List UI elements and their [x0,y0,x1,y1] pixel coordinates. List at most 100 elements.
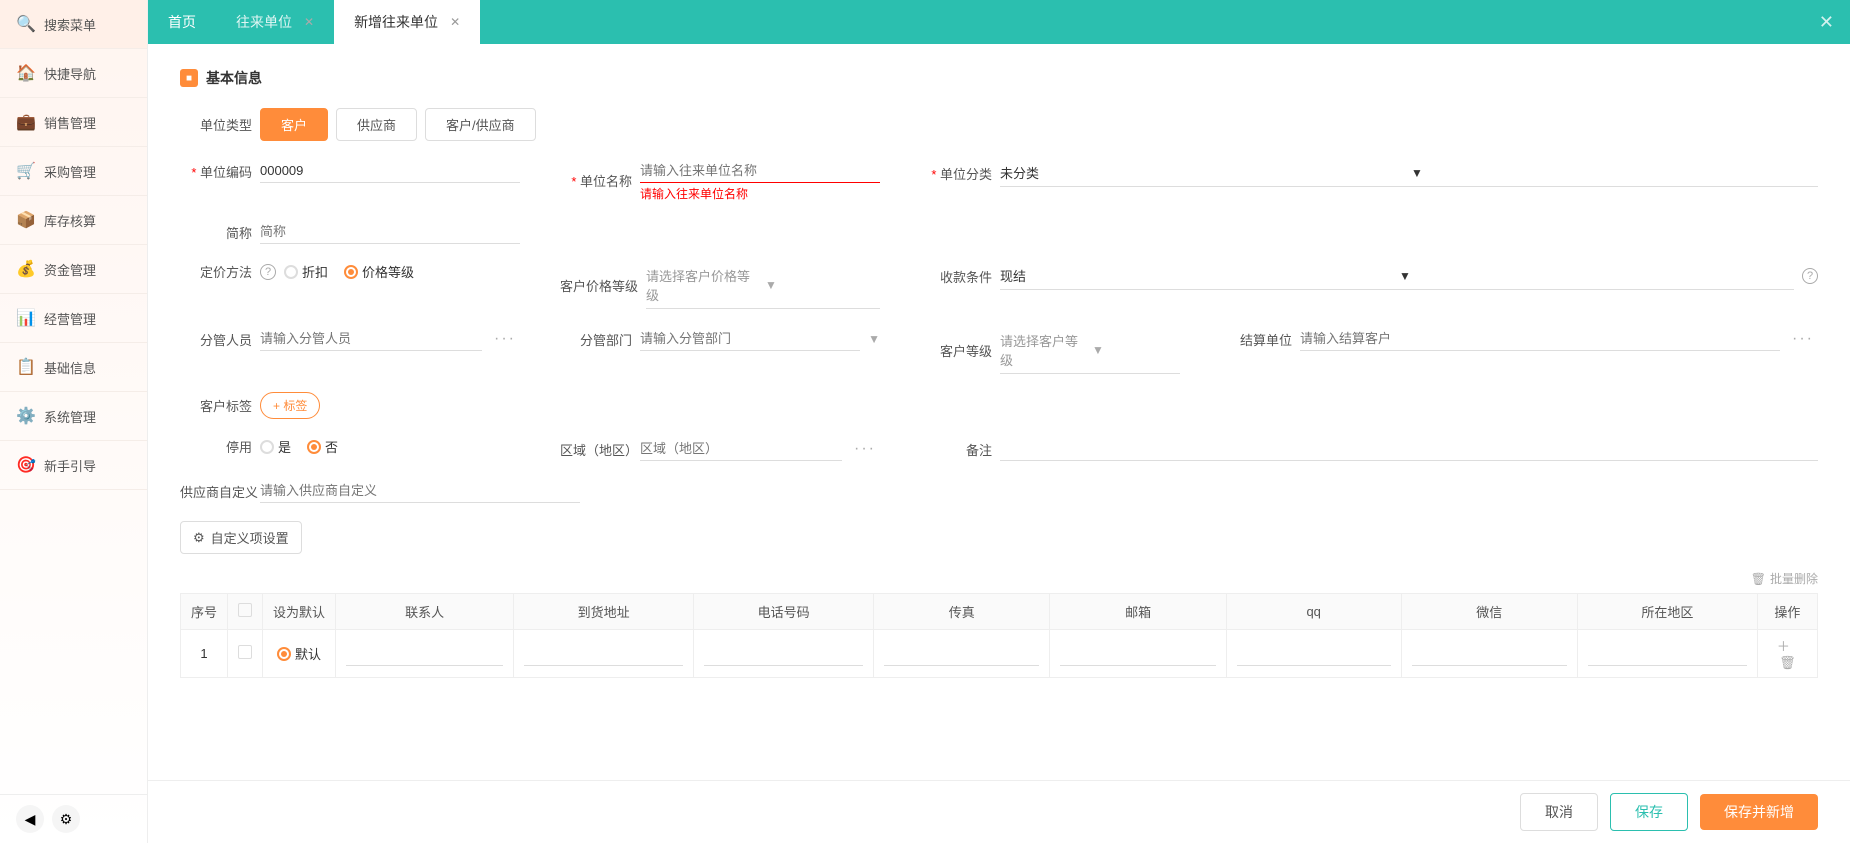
batch-delete-label[interactable]: 批量删除 [1770,570,1818,587]
payment-help-icon[interactable]: ? [1802,268,1818,284]
sidebar-item-label: 经营管理 [44,309,96,328]
settlement-field: 结算单位 ··· [1220,327,1818,351]
cell-checkbox [228,630,263,678]
col-region: 所在地区 [1577,594,1757,630]
unit-name-input[interactable] [640,159,880,183]
gear-icon: ⚙ [193,530,205,546]
supplier-custom-input[interactable] [260,479,580,503]
unit-type-customer-btn[interactable]: 客户 [260,108,328,141]
pricing-radio-level[interactable]: 价格等级 [344,262,414,281]
unit-category-field: 单位分类 未分类 ▼ [920,159,1818,187]
chevron-down-icon2: ▼ [765,278,880,292]
sidebar-item-operations[interactable]: 📊 经营管理 [0,294,147,343]
col-qq: qq [1226,594,1401,630]
short-name-input[interactable] [260,220,520,244]
pricing-radio-discount[interactable]: 折扣 [284,262,328,281]
sidebar-item-sales[interactable]: 💼 销售管理 [0,98,147,147]
settlement-more-btn[interactable]: ··· [1788,330,1818,348]
remarks-input[interactable] [1000,437,1818,461]
sidebar-item-label: 系统管理 [44,407,96,426]
tag-label: 客户标签 [180,396,252,415]
sidebar-item-guide[interactable]: 🎯 新手引导 [0,441,147,490]
tab-close-all[interactable]: ✕ [1803,12,1850,33]
pricing-radio-group: 折扣 价格等级 [284,262,414,281]
contact-input[interactable] [346,642,503,666]
sidebar-item-label: 销售管理 [44,113,96,132]
tab-new-partner-close[interactable]: ✕ [450,15,460,29]
row-checkbox[interactable] [238,645,252,659]
manager-input[interactable] [260,327,482,351]
tab-bar: 首页 往来单位 ✕ 新增往来单位 ✕ ✕ [148,0,1850,44]
unit-category-select[interactable]: 未分类 ▼ [1000,159,1818,187]
chevron-down-icon: ▼ [1411,166,1818,180]
tab-new-partner[interactable]: 新增往来单位 ✕ [334,0,480,44]
unit-code-input[interactable] [260,159,520,183]
tab-partner-close[interactable]: ✕ [304,15,314,29]
region-input[interactable] [640,437,842,461]
tab-partner[interactable]: 往来单位 ✕ [216,0,334,44]
unit-type-field: 单位类型 客户 供应商 客户/供应商 [180,108,536,141]
purchase-icon: 🛒 [16,161,36,181]
region-more-btn[interactable]: ··· [850,440,880,458]
sidebar-item-label: 快捷导航 [44,64,96,83]
fax-input[interactable] [884,642,1039,666]
sidebar-settings-btn[interactable]: ⚙ [52,805,80,833]
pricing-help-icon[interactable]: ? [260,264,276,280]
sidebar-item-system[interactable]: ⚙️ 系统管理 [0,392,147,441]
unit-type-both-btn[interactable]: 客户/供应商 [425,108,536,141]
qq-input[interactable] [1237,642,1391,666]
radio-circle-no [307,440,321,454]
tab-home-label: 首页 [168,12,196,32]
custom-settings-btn[interactable]: ⚙ 自定义项设置 [180,521,302,554]
address-input[interactable] [524,642,683,666]
unit-type-row: 单位类型 客户 供应商 客户/供应商 [180,108,1818,141]
sidebar-item-basic[interactable]: 📋 基础信息 [0,343,147,392]
cell-seq: 1 [181,630,228,678]
cell-qq [1226,630,1401,678]
email-input[interactable] [1060,642,1215,666]
sidebar-item-purchase[interactable]: 🛒 采购管理 [0,147,147,196]
customer-level-placeholder: 请选择客户等级 [1000,331,1088,369]
customer-level-select[interactable]: 请选择客户等级 ▼ [1000,327,1180,374]
sidebar-item-finance[interactable]: 💰 资金管理 [0,245,147,294]
row-delete-btn[interactable]: 🗑 [1779,655,1796,670]
customer-price-select[interactable]: 请选择客户价格等级 ▼ [646,262,880,309]
default-radio[interactable]: 默认 [273,644,325,663]
department-label: 分管部门 [560,330,632,349]
sidebar-collapse-btn[interactable]: ◀ [16,805,44,833]
cancel-button[interactable]: 取消 [1520,793,1598,831]
sidebar-item-search[interactable]: 🔍 搜索菜单 [0,0,147,49]
col-address: 到货地址 [514,594,694,630]
disabled-yes-label: 是 [278,437,291,456]
payment-select[interactable]: 现结 ▼ [1000,262,1794,290]
remarks-field: 备注 [920,437,1818,461]
row-add-btn[interactable]: ＋ [1777,639,1790,654]
tab-home[interactable]: 首页 [148,0,216,44]
manager-more-btn[interactable]: ··· [490,330,520,348]
unit-type-supplier-btn[interactable]: 供应商 [336,108,417,141]
location-input[interactable] [1588,642,1747,666]
sidebar-item-inventory[interactable]: 📦 库存核算 [0,196,147,245]
cell-location [1577,630,1757,678]
add-tag-btn[interactable]: + 标签 [260,392,320,419]
main-area: 首页 往来单位 ✕ 新增往来单位 ✕ ✕ ■ 基本信息 单位类型 客户 供应商 [148,0,1850,843]
wechat-input[interactable] [1412,642,1567,666]
disabled-radio-yes[interactable]: 是 [260,437,291,456]
sidebar-bottom: ◀ ⚙ [0,794,147,843]
select-all-checkbox[interactable] [238,603,252,617]
disabled-radio-no[interactable]: 否 [307,437,338,456]
unit-category-value: 未分类 [1000,163,1407,182]
unit-name-label: 单位名称 [560,171,632,190]
col-email: 邮箱 [1050,594,1226,630]
customer-level-field: 客户等级 请选择客户等级 ▼ [920,327,1180,374]
sidebar-item-quicknav[interactable]: 🏠 快捷导航 [0,49,147,98]
save-new-button[interactable]: 保存并新增 [1700,794,1818,830]
settlement-input[interactable] [1300,327,1780,351]
save-button[interactable]: 保存 [1610,793,1688,831]
customer-level-label: 客户等级 [920,341,992,360]
default-label: 默认 [295,644,321,663]
department-input[interactable] [640,327,860,351]
phone-input[interactable] [704,642,863,666]
unit-category-label: 单位分类 [920,164,992,183]
cell-address [514,630,694,678]
